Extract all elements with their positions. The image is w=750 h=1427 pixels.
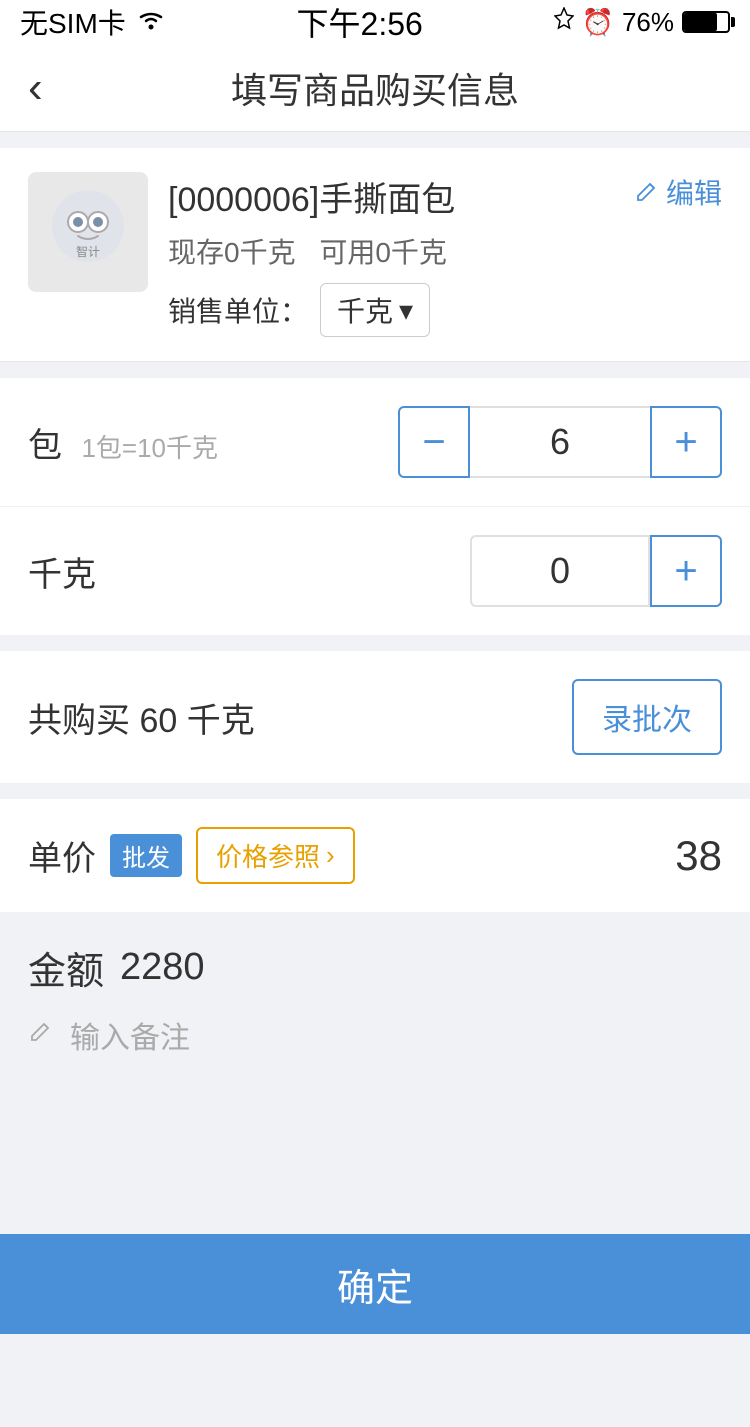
- back-button[interactable]: ‹: [28, 66, 43, 110]
- kg-label: 千克: [28, 547, 470, 596]
- product-logo-icon: 智计: [48, 186, 128, 279]
- amount-label: 金额: [28, 940, 104, 995]
- status-bar: 无SIM卡 下午2:56 ⏰ 76%: [0, 0, 750, 44]
- remark-placeholder: 输入备注: [70, 1013, 190, 1057]
- wifi-icon: [136, 6, 166, 38]
- chevron-down-icon: ▾: [399, 294, 413, 327]
- price-value: 38: [675, 832, 722, 880]
- price-section: 单价 批发 价格参照 › 38: [0, 799, 750, 912]
- package-input[interactable]: [470, 406, 650, 478]
- pencil-icon: [28, 1018, 56, 1053]
- package-row: 包 1包=10千克 − +: [0, 378, 750, 507]
- package-increment-button[interactable]: +: [650, 406, 722, 478]
- product-info: [0000006]手撕面包 编辑 现存0千克 可用0千克 销售单位： 千克 ▾: [168, 172, 722, 337]
- page-title: 填写商品购买信息: [231, 62, 519, 114]
- product-name: [0000006]手撕面包: [168, 172, 455, 221]
- price-ref-chevron: ›: [326, 840, 335, 871]
- price-label: 单价: [28, 831, 96, 880]
- location-icon: [554, 7, 574, 38]
- status-left: 无SIM卡: [20, 2, 166, 42]
- svg-text:智计: 智计: [76, 244, 100, 259]
- nav-bar: ‹ 填写商品购买信息: [0, 44, 750, 132]
- summary-row: 共购买 60 千克 录批次: [0, 651, 750, 783]
- edit-button[interactable]: 编辑: [634, 172, 722, 212]
- battery-icon: [682, 11, 730, 33]
- unit-dropdown[interactable]: 千克 ▾: [320, 283, 430, 337]
- quantity-section: 包 1包=10千克 − + 千克 +: [0, 378, 750, 635]
- kg-controls: +: [470, 535, 722, 607]
- batch-tag: 批发: [110, 834, 182, 877]
- status-time: 下午2:56: [297, 0, 423, 45]
- amount-value: 2280: [120, 946, 205, 989]
- amount-section: 金额 2280 输入备注: [0, 912, 750, 1077]
- amount-row: 金额 2280: [28, 940, 722, 995]
- confirm-button[interactable]: 确定: [0, 1234, 750, 1334]
- package-hint: 1包=10千克: [81, 433, 218, 463]
- unit-label: 销售单位：: [168, 290, 308, 330]
- unit-value: 千克: [337, 290, 393, 330]
- product-unit-row: 销售单位： 千克 ▾: [168, 283, 722, 337]
- edit-label: 编辑: [666, 172, 722, 212]
- product-thumbnail: 智计: [28, 172, 148, 292]
- product-stock: 现存0千克 可用0千克: [168, 231, 722, 271]
- price-label-row: 单价 批发 价格参照 ›: [28, 827, 355, 884]
- package-decrement-button[interactable]: −: [398, 406, 470, 478]
- record-batch-button[interactable]: 录批次: [572, 679, 722, 755]
- price-ref-label: 价格参照: [216, 837, 320, 874]
- package-label: 包 1包=10千克: [28, 418, 398, 467]
- status-right: ⏰ 76%: [554, 7, 730, 38]
- price-ref-button[interactable]: 价格参照 ›: [196, 827, 355, 884]
- kg-input[interactable]: [470, 535, 650, 607]
- summary-text: 共购买 60 千克: [28, 693, 255, 742]
- carrier-label: 无SIM卡: [20, 2, 126, 42]
- product-card: 智计 [0000006]手撕面包 编辑 现存0千克 可用0千克 销售单位： 千克…: [0, 148, 750, 362]
- battery-percent: 76%: [622, 7, 674, 38]
- package-controls: − +: [398, 406, 722, 478]
- alarm-icon: ⏰: [582, 7, 614, 38]
- kg-row: 千克 +: [0, 507, 750, 635]
- kg-increment-button[interactable]: +: [650, 535, 722, 607]
- remark-row[interactable]: 输入备注: [28, 1013, 722, 1077]
